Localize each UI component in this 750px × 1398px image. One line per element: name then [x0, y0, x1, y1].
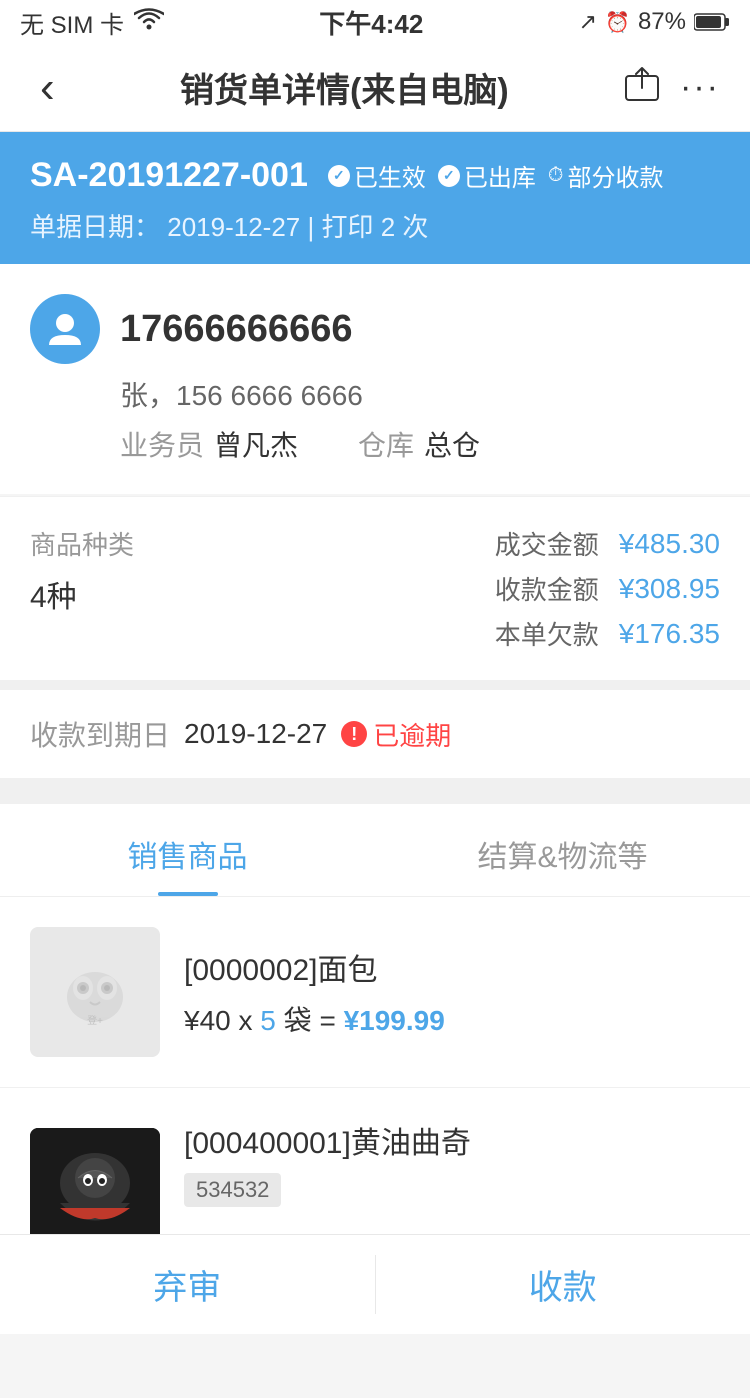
status-time: 下午4:42 [319, 4, 423, 41]
wifi-icon [134, 8, 164, 37]
page-title: 销货单详情(来自电脑) [180, 63, 509, 112]
status-partial: ⏱ 部分收款 [548, 158, 664, 193]
nav-bar: ‹ 销货单详情(来自电脑) ··· [0, 44, 750, 132]
customer-section: 17666666666 张，156 6666 6666 业务员 曾凡杰 仓库 总… [0, 264, 750, 494]
product-name-1: [0000002]面包 [184, 945, 720, 989]
overdue-dot-icon: ! [341, 721, 367, 747]
stats-section: 商品种类 4种 成交金额 ¥485.30 收款金额 ¥308.95 本单欠款 ¥… [0, 496, 750, 680]
more-button[interactable]: ··· [680, 68, 720, 107]
separator: | [307, 212, 321, 242]
product-sku-2: 534532 [184, 1173, 281, 1207]
order-id: SA-20191227-001 [30, 156, 308, 195]
sales-meta: 业务员 曾凡杰 [120, 424, 298, 464]
status-activated: 已生效 [328, 158, 426, 193]
status-shipped: 已出库 [438, 158, 536, 193]
kind-value: 4种 [30, 572, 134, 616]
due-date: 2019-12-27 [184, 718, 327, 750]
stats-right: 成交金额 ¥485.30 收款金额 ¥308.95 本单欠款 ¥176.35 [495, 525, 720, 652]
due-inner: 收款到期日 2019-12-27 ! 已逾期 [0, 690, 750, 778]
due-section: 收款到期日 2019-12-27 ! 已逾期 [0, 680, 750, 788]
check-icon-1 [328, 165, 350, 187]
battery-icon [694, 12, 730, 32]
header-blue: SA-20191227-001 已生效 已出库 ⏱ 部分收款 单据日期： 201… [0, 132, 750, 264]
overdue-indicator: ! 已逾期 [341, 716, 451, 753]
list-item: 登+ [0000002]面包 ¥40 x 5 袋 = ¥199.99 [0, 897, 750, 1088]
clock-icon: ⏱ [548, 164, 564, 187]
carrier-text: 无 SIM 卡 [20, 5, 124, 40]
debt-value: ¥176.35 [619, 618, 720, 650]
debt-label: 本单欠款 [495, 615, 599, 652]
due-label: 收款到期日 [30, 714, 170, 754]
product-name-2: [000400001]黄油曲奇 [184, 1118, 720, 1162]
sales-value: 曾凡杰 [214, 424, 298, 464]
customer-id: 17666666666 [120, 308, 352, 351]
warehouse-label: 仓库 [358, 424, 414, 464]
product-thumbnail-1: 登+ [30, 927, 160, 1057]
customer-avatar [30, 294, 100, 364]
check-icon-2 [438, 165, 460, 187]
svg-text:登+: 登+ [87, 1014, 103, 1027]
customer-row: 17666666666 [30, 294, 720, 364]
product-total-1: ¥199.99 [344, 1005, 445, 1036]
overdue-text: 已逾期 [373, 716, 451, 753]
alarm-icon: ⏰ [605, 10, 630, 35]
bottom-bar: 弃审 收款 [0, 1234, 750, 1334]
location-icon: ↗ [579, 9, 597, 35]
collect-row: 收款金额 ¥308.95 [495, 570, 720, 607]
status-tags: 已生效 已出库 ⏱ 部分收款 [328, 158, 664, 193]
print-info: 打印 2 次 [321, 212, 428, 242]
customer-detail: 张，156 6666 6666 [30, 374, 720, 414]
collect-value: ¥308.95 [619, 573, 720, 605]
status-bar: 无 SIM 卡 下午4:42 ↗ ⏰ 87% [0, 0, 750, 44]
section-divider [0, 788, 750, 804]
back-button[interactable]: ‹ [30, 56, 65, 120]
product-price-1: ¥40 x 5 袋 = ¥199.99 [184, 999, 720, 1039]
customer-meta: 业务员 曾凡杰 仓库 总仓 [30, 424, 720, 464]
deal-label: 成交金额 [495, 525, 599, 562]
collect-label: 收款金额 [495, 570, 599, 607]
tabs-section: 销售商品 结算&物流等 [0, 804, 750, 897]
warehouse-value: 总仓 [424, 424, 480, 464]
kind-label: 商品种类 [30, 525, 134, 562]
tab-settlement[interactable]: 结算&物流等 [375, 804, 750, 896]
order-date: 2019-12-27 [167, 212, 300, 242]
sales-label: 业务员 [120, 424, 204, 464]
abandon-button[interactable]: 弃审 [0, 1235, 375, 1334]
status-left: 无 SIM 卡 [20, 5, 164, 40]
product-qty-1: 5 [260, 1005, 276, 1036]
battery-text: 87% [638, 8, 686, 36]
deal-value: ¥485.30 [619, 528, 720, 560]
product-info-1: [0000002]面包 ¥40 x 5 袋 = ¥199.99 [184, 945, 720, 1039]
stats-left: 商品种类 4种 [30, 525, 134, 652]
nav-actions: ··· [624, 66, 720, 110]
collect-button[interactable]: 收款 [376, 1235, 750, 1334]
share-button[interactable] [624, 66, 660, 110]
tab-sales-products[interactable]: 销售商品 [0, 804, 375, 896]
status-right: ↗ ⏰ 87% [579, 8, 730, 36]
header-row2: 单据日期： 2019-12-27 | 打印 2 次 [30, 207, 720, 244]
debt-row: 本单欠款 ¥176.35 [495, 615, 720, 652]
warehouse-meta: 仓库 总仓 [358, 424, 480, 464]
deal-row: 成交金额 ¥485.30 [495, 525, 720, 562]
stats-inner: 商品种类 4种 成交金额 ¥485.30 收款金额 ¥308.95 本单欠款 ¥… [0, 497, 750, 680]
header-row1: SA-20191227-001 已生效 已出库 ⏱ 部分收款 [30, 156, 720, 195]
date-label: 单据日期： [30, 212, 160, 242]
